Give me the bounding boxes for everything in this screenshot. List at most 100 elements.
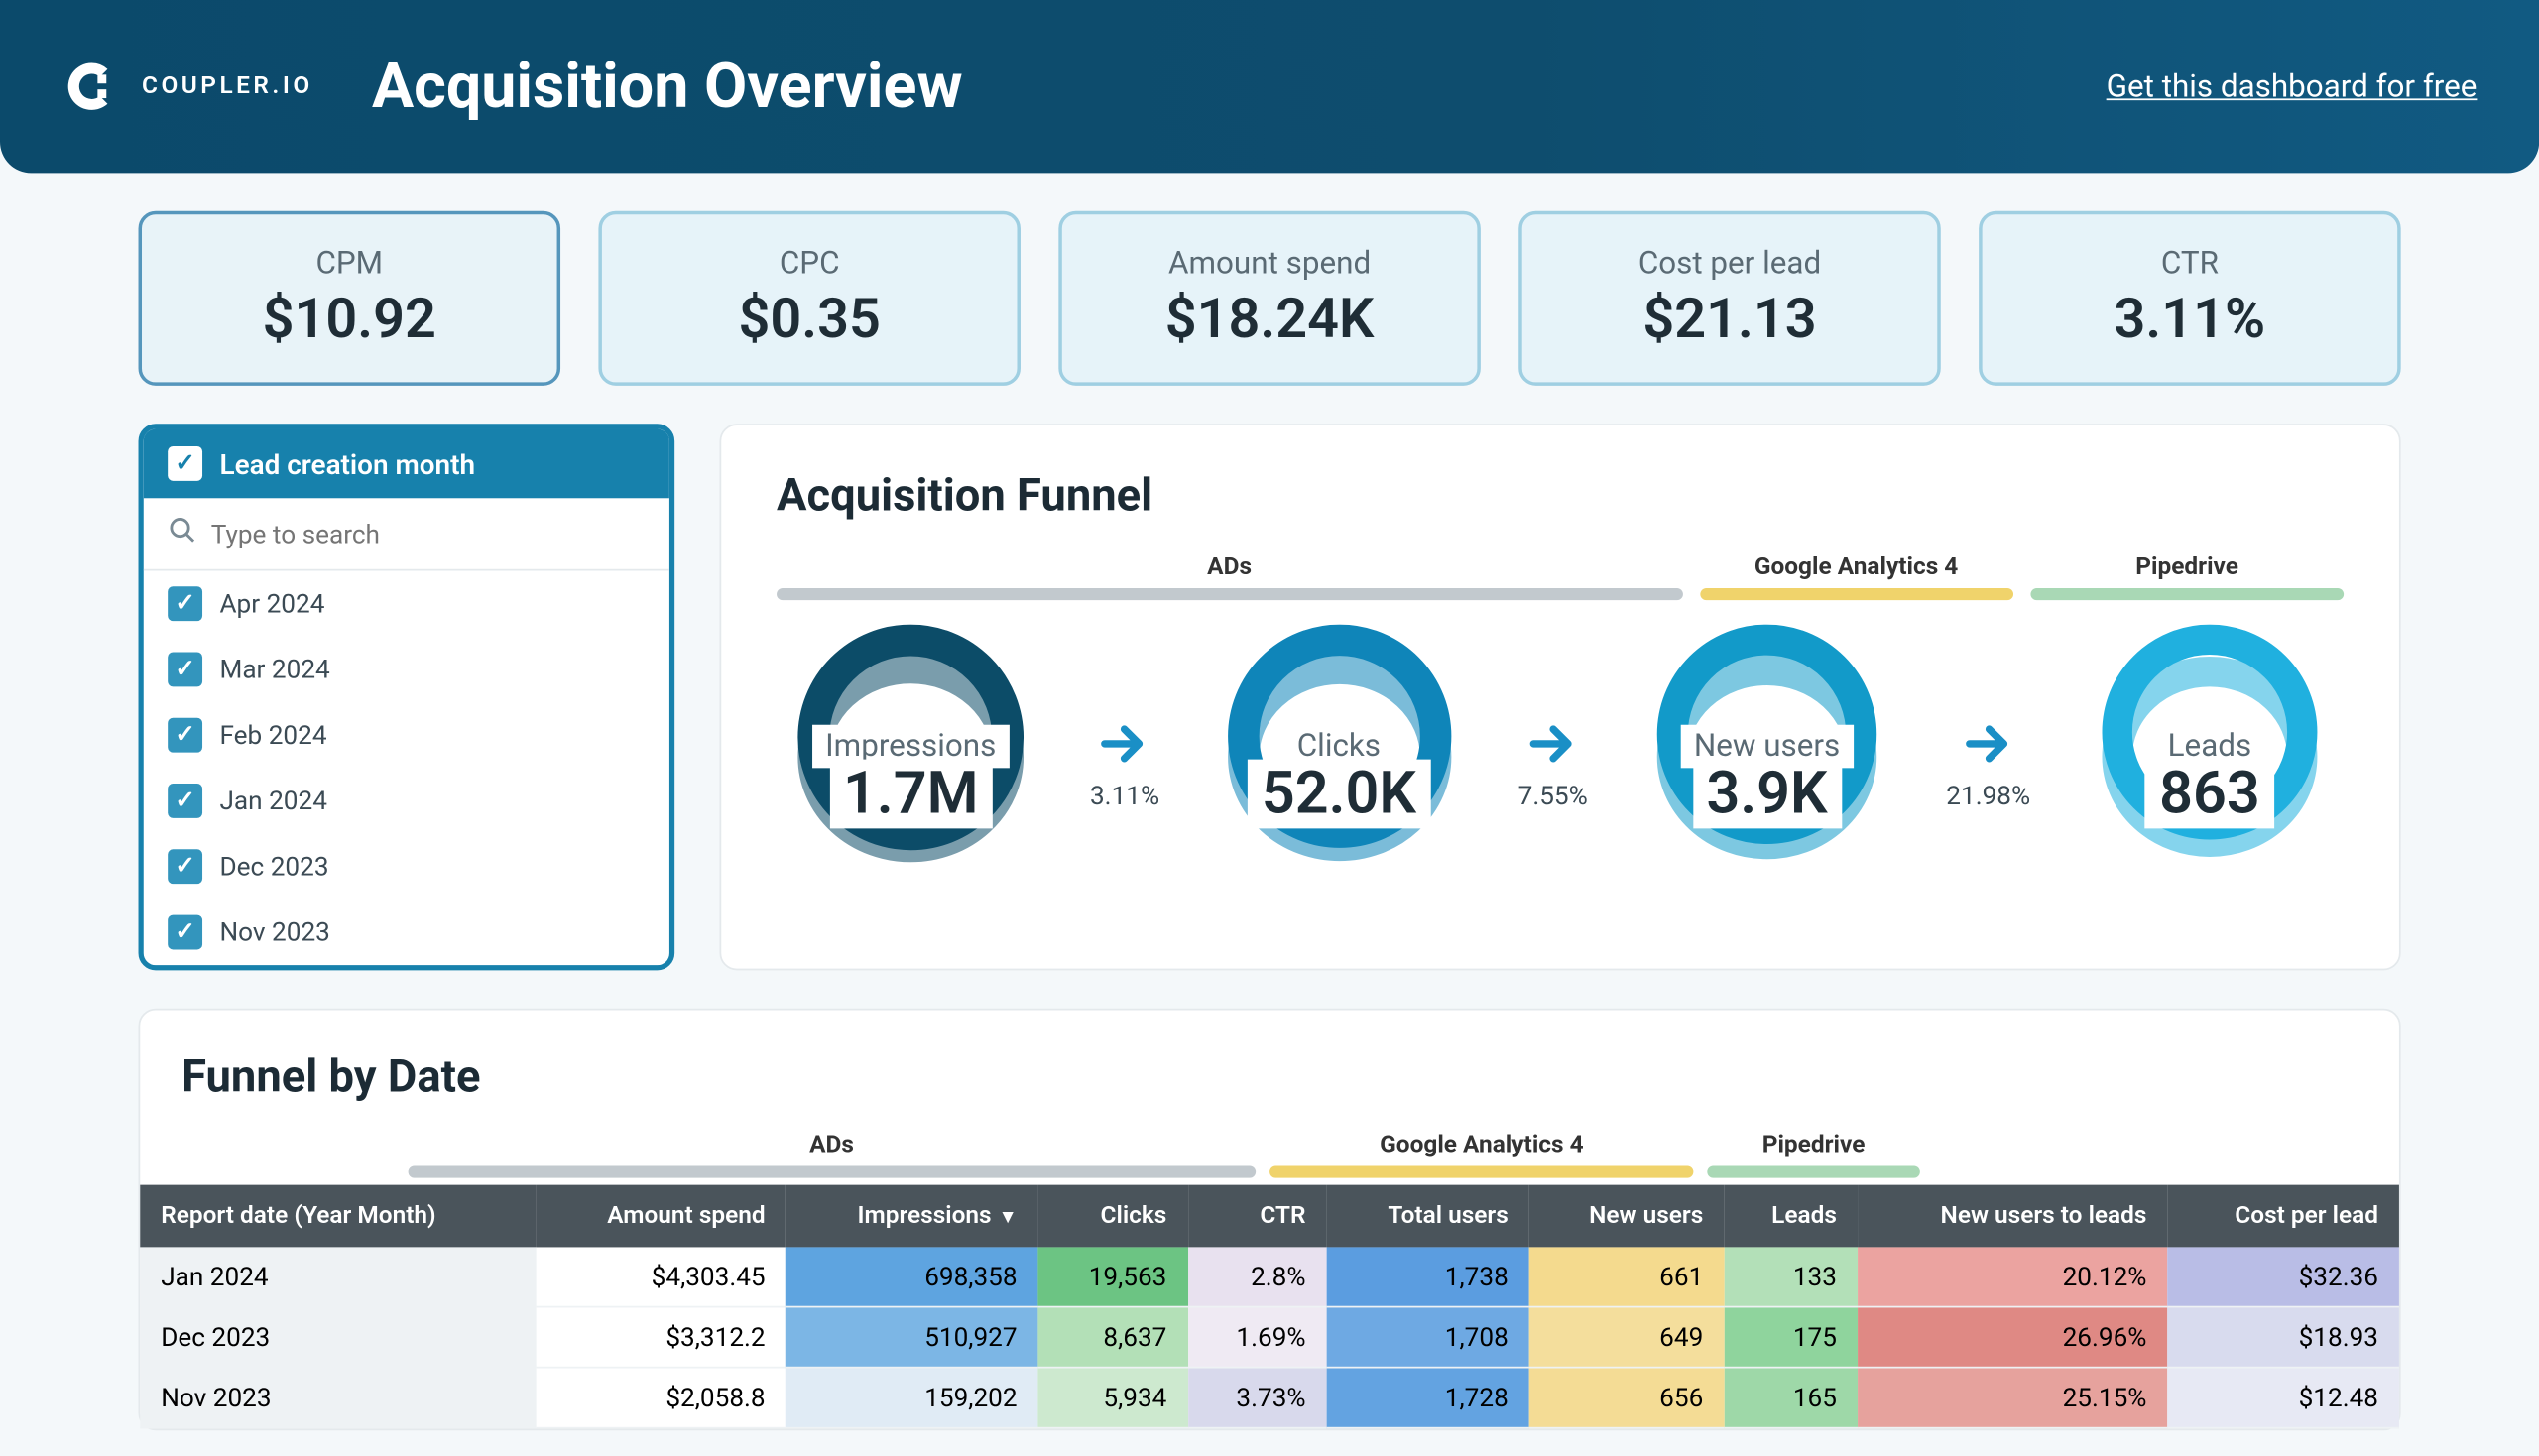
- col-header[interactable]: Report date (Year Month): [140, 1185, 537, 1248]
- search-input[interactable]: [211, 518, 646, 548]
- col-header[interactable]: CTR: [1187, 1185, 1326, 1248]
- cell-cpl: $18.93: [2167, 1307, 2399, 1368]
- header: COUPLER.IO Acquisition Overview Get this…: [0, 0, 2539, 173]
- arrow-right-icon: [1959, 713, 2017, 772]
- kpi-cpc[interactable]: CPC$0.35: [598, 211, 1021, 386]
- kpi-value: 3.11%: [1999, 286, 2380, 351]
- kpi-value: $18.24K: [1079, 286, 1460, 351]
- col-header[interactable]: Total users: [1326, 1185, 1528, 1248]
- conversion-arrow: 7.55%: [1518, 713, 1588, 810]
- funnel-stage-new-users: New users3.9K: [1632, 625, 1900, 900]
- funnel-segments: ADs Google Analytics 4 Pipedrive: [777, 553, 2344, 600]
- checkbox-icon[interactable]: ✓: [168, 446, 202, 481]
- cell-leads: 165: [1724, 1368, 1858, 1428]
- segment-ads: ADs: [1207, 553, 1252, 581]
- funnel-stage-clicks: Clicks52.0K: [1205, 625, 1473, 900]
- kpi-amount-spend[interactable]: Amount spend$18.24K: [1058, 211, 1481, 386]
- table-row: Jan 2024$4,303.45698,35819,5632.8%1,7386…: [140, 1247, 2399, 1306]
- conversion-arrow: 21.98%: [1946, 713, 2030, 810]
- cell-nu2l: 20.12%: [1858, 1247, 2168, 1306]
- kpi-label: CTR: [1999, 246, 2380, 283]
- cell-total-users: 1,708: [1326, 1307, 1528, 1368]
- funnel-table: Report date (Year Month)Amount spendImpr…: [140, 1185, 2399, 1429]
- kpi-label: Amount spend: [1079, 246, 1460, 283]
- kpi-label: CPM: [159, 246, 540, 283]
- tseg-ga4: Google Analytics 4: [1380, 1132, 1583, 1159]
- cell-cpl: $12.48: [2167, 1368, 2399, 1428]
- filter-item-label: Feb 2024: [219, 720, 326, 751]
- cta-link[interactable]: Get this dashboard for free: [2107, 68, 2478, 105]
- cell-nu2l: 25.15%: [1858, 1368, 2168, 1428]
- col-header[interactable]: Leads: [1724, 1185, 1858, 1248]
- tseg-ads: ADs: [809, 1132, 854, 1159]
- stage-value: 52.0K: [1248, 760, 1430, 829]
- col-header[interactable]: New users: [1529, 1185, 1724, 1248]
- kpi-cpm[interactable]: CPM$10.92: [139, 211, 561, 386]
- cell-clicks: 5,934: [1038, 1368, 1188, 1428]
- funnel-card: Acquisition Funnel ADs Google Analytics …: [720, 424, 2401, 970]
- cell-date: Dec 2023: [140, 1307, 537, 1368]
- filter-item-label: Mar 2024: [219, 654, 329, 684]
- cell-spend: $4,303.45: [537, 1247, 786, 1306]
- brand-name: COUPLER.IO: [142, 72, 313, 100]
- cell-ctr: 3.73%: [1187, 1368, 1326, 1428]
- table-row: Dec 2023$3,312.2510,9278,6371.69%1,70864…: [140, 1307, 2399, 1368]
- table-row: Nov 2023$2,058.8159,2025,9343.73%1,72865…: [140, 1368, 2399, 1428]
- cell-leads: 133: [1724, 1247, 1858, 1306]
- filter-search[interactable]: [144, 498, 669, 570]
- filter-item-label: Dec 2023: [219, 851, 328, 882]
- kpi-cost-per-lead[interactable]: Cost per lead$21.13: [1518, 211, 1941, 386]
- funnel-rings: Impressions1.7M 3.11% Clicks52.0K 7.55% New …: [777, 625, 2344, 900]
- checkbox-icon[interactable]: ✓: [168, 784, 202, 818]
- page-title: Acquisition Overview: [372, 51, 963, 123]
- cell-total-users: 1,738: [1326, 1247, 1528, 1306]
- col-header[interactable]: New users to leads: [1858, 1185, 2168, 1248]
- checkbox-icon[interactable]: ✓: [168, 652, 202, 686]
- cell-spend: $3,312.2: [537, 1307, 786, 1368]
- kpi-ctr[interactable]: CTR3.11%: [1979, 211, 2401, 386]
- segment-ga4: Google Analytics 4: [1754, 553, 1958, 581]
- checkbox-icon[interactable]: ✓: [168, 586, 202, 621]
- kpi-label: CPC: [619, 246, 1000, 283]
- cell-leads: 175: [1724, 1307, 1858, 1368]
- checkbox-icon[interactable]: ✓: [168, 849, 202, 884]
- checkbox-icon[interactable]: ✓: [168, 718, 202, 753]
- kpi-row: CPM$10.92CPC$0.35Amount spend$18.24KCost…: [0, 173, 2539, 386]
- filter-item[interactable]: ✓ Mar 2024: [144, 637, 669, 702]
- filter-header[interactable]: ✓ Lead creation month: [144, 429, 669, 499]
- col-header[interactable]: Clicks: [1038, 1185, 1188, 1248]
- arrow-right-icon: [1523, 713, 1582, 772]
- filter-title: Lead creation month: [219, 447, 475, 480]
- cell-impressions: 159,202: [786, 1368, 1038, 1428]
- cell-ctr: 2.8%: [1187, 1247, 1326, 1306]
- cell-impressions: 510,927: [786, 1307, 1038, 1368]
- filter-item[interactable]: ✓Jan 2024: [144, 768, 669, 833]
- cell-clicks: 8,637: [1038, 1307, 1188, 1368]
- cell-date: Nov 2023: [140, 1368, 537, 1428]
- kpi-value: $21.13: [1539, 286, 1920, 351]
- filter-item[interactable]: ✓ Dec 2023: [144, 834, 669, 900]
- arrow-right-icon: [1095, 713, 1153, 772]
- kpi-value: $10.92: [159, 286, 540, 351]
- filter-item[interactable]: ✓ Feb 2024: [144, 702, 669, 768]
- col-header[interactable]: Impressions▼: [786, 1185, 1038, 1248]
- stage-value: 1.7M: [829, 760, 992, 829]
- col-header[interactable]: Amount spend: [537, 1185, 786, 1248]
- search-icon: [168, 516, 197, 552]
- cell-total-users: 1,728: [1326, 1368, 1528, 1428]
- segment-pipedrive: Pipedrive: [2135, 553, 2238, 581]
- funnel-stage-impressions: Impressions1.7M: [777, 625, 1044, 900]
- checkbox-icon[interactable]: ✓: [168, 915, 202, 950]
- conversion-rate: 3.11%: [1090, 780, 1159, 810]
- logo-icon: [62, 58, 121, 116]
- cell-impressions: 698,358: [786, 1247, 1038, 1306]
- filter-item[interactable]: ✓Apr 2024: [144, 571, 669, 637]
- filter-item[interactable]: ✓ Nov 2023: [144, 900, 669, 965]
- table-title: Funnel by Date: [140, 1051, 2399, 1131]
- col-header[interactable]: Cost per lead: [2167, 1185, 2399, 1248]
- conversion-arrow: 3.11%: [1090, 713, 1159, 810]
- cell-cpl: $32.36: [2167, 1247, 2399, 1306]
- kpi-label: Cost per lead: [1539, 246, 1920, 283]
- cell-nu2l: 26.96%: [1858, 1307, 2168, 1368]
- filter-item-label: Nov 2023: [219, 916, 329, 947]
